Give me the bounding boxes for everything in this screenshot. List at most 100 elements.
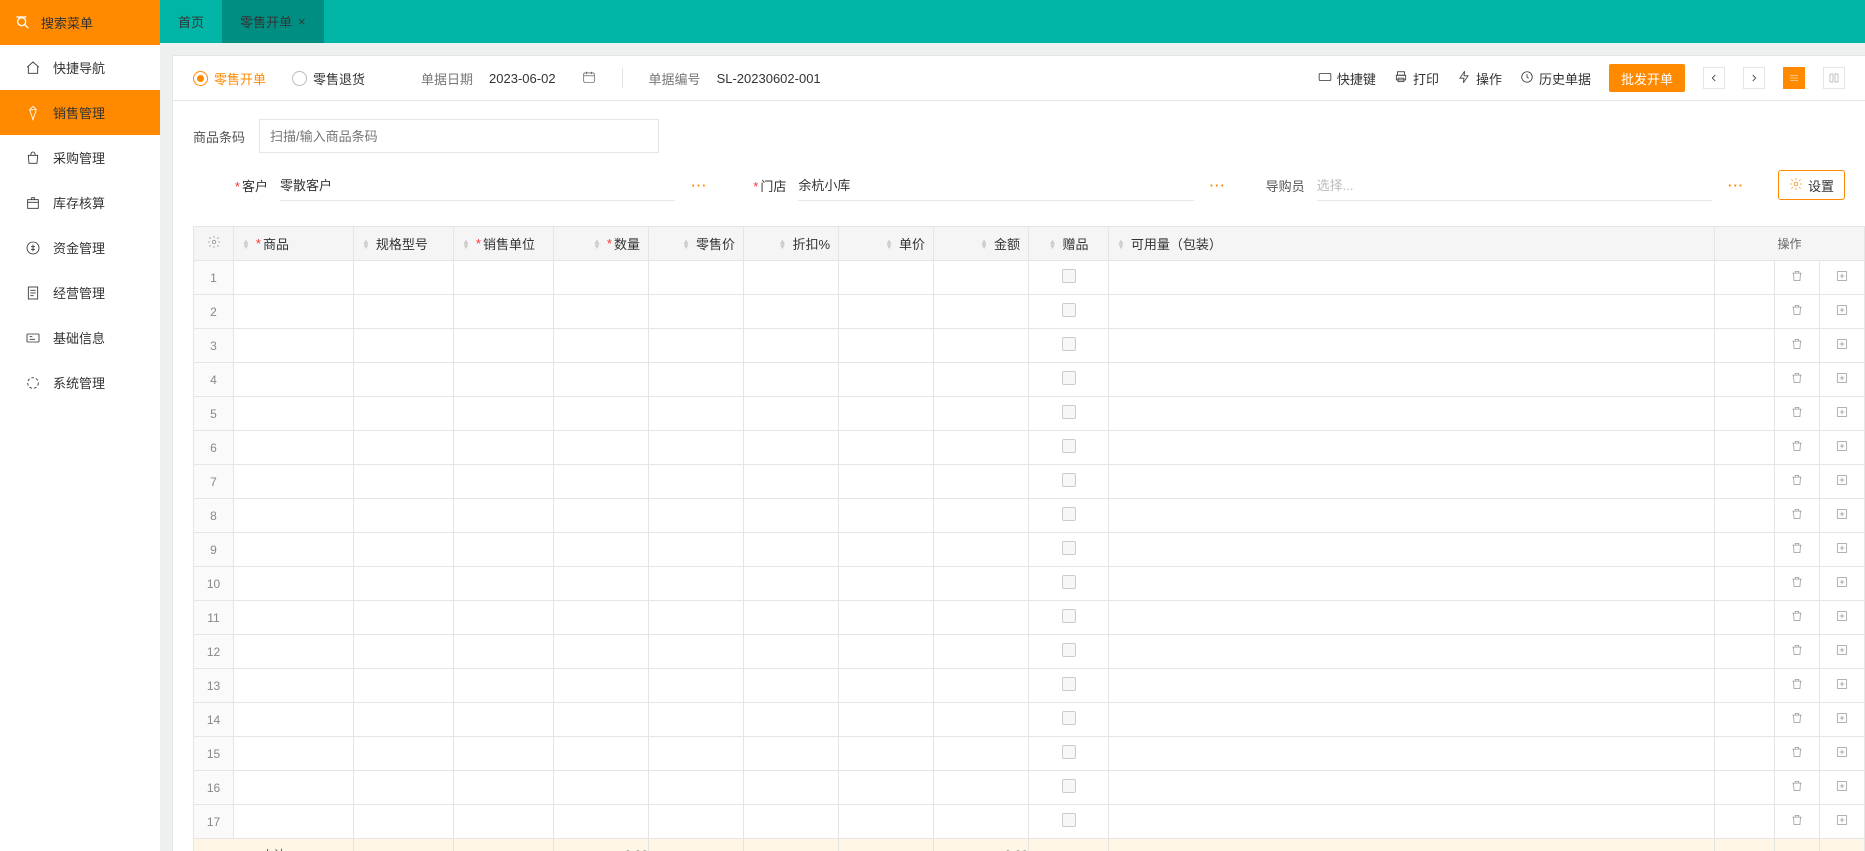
cell-product[interactable] (234, 499, 354, 533)
cell-spec[interactable] (354, 771, 454, 805)
cell-retail[interactable] (649, 329, 744, 363)
cell-unit[interactable] (454, 499, 554, 533)
cell-qty[interactable] (554, 329, 649, 363)
table-row[interactable]: 10 (194, 567, 1865, 601)
cell-amount[interactable] (934, 261, 1029, 295)
table-row[interactable]: 15 (194, 737, 1865, 771)
cell-avail[interactable] (1109, 465, 1715, 499)
checkbox-icon[interactable] (1062, 371, 1076, 385)
checkbox-icon[interactable] (1062, 677, 1076, 691)
cell-price[interactable] (839, 669, 934, 703)
cell-amount[interactable] (934, 397, 1029, 431)
cell-discount[interactable] (744, 533, 839, 567)
cell-retail[interactable] (649, 703, 744, 737)
col-discount[interactable]: ▲▼折扣% (744, 227, 839, 261)
cell-gift[interactable] (1029, 499, 1109, 533)
row-add-button[interactable] (1820, 499, 1865, 533)
cell-unit[interactable] (454, 601, 554, 635)
cell-spec[interactable] (354, 431, 454, 465)
cell-retail[interactable] (649, 771, 744, 805)
cell-unit[interactable] (454, 669, 554, 703)
cell-product[interactable] (234, 431, 354, 465)
cell-product[interactable] (234, 669, 354, 703)
cell-discount[interactable] (744, 295, 839, 329)
cell-amount[interactable] (934, 533, 1029, 567)
table-row[interactable]: 13 (194, 669, 1865, 703)
cell-amount[interactable] (934, 363, 1029, 397)
col-price[interactable]: ▲▼单价 (839, 227, 934, 261)
table-row[interactable]: 7 (194, 465, 1865, 499)
checkbox-icon[interactable] (1062, 643, 1076, 657)
checkbox-icon[interactable] (1062, 269, 1076, 283)
row-delete-button[interactable] (1775, 669, 1820, 703)
cell-gift[interactable] (1029, 465, 1109, 499)
table-row[interactable]: 6 (194, 431, 1865, 465)
table-row[interactable]: 9 (194, 533, 1865, 567)
print-button[interactable]: 打印 (1394, 69, 1439, 88)
cell-discount[interactable] (744, 499, 839, 533)
cell-discount[interactable] (744, 601, 839, 635)
cell-discount[interactable] (744, 771, 839, 805)
sidebar-item-nav-purchase[interactable]: 采购管理 (0, 135, 160, 180)
shortcut-button[interactable]: 快捷键 (1318, 69, 1376, 88)
cell-unit[interactable] (454, 805, 554, 839)
tab-tab-home[interactable]: 首页 (160, 0, 222, 43)
table-row[interactable]: 14 (194, 703, 1865, 737)
cell-amount[interactable] (934, 635, 1029, 669)
cell-retail[interactable] (649, 635, 744, 669)
row-add-button[interactable] (1820, 635, 1865, 669)
cell-unit[interactable] (454, 635, 554, 669)
row-add-button[interactable] (1820, 329, 1865, 363)
col-spec[interactable]: ▲▼规格型号 (354, 227, 454, 261)
cell-unit[interactable] (454, 329, 554, 363)
cell-qty[interactable] (554, 363, 649, 397)
cell-product[interactable] (234, 703, 354, 737)
cell-discount[interactable] (744, 635, 839, 669)
cell-gift[interactable] (1029, 533, 1109, 567)
cell-avail[interactable] (1109, 533, 1715, 567)
doc-date-value[interactable]: 2023-06-02 (489, 71, 556, 86)
customer-more-icon[interactable]: ··· (687, 178, 711, 193)
table-row[interactable]: 11 (194, 601, 1865, 635)
table-row[interactable]: 8 (194, 499, 1865, 533)
row-delete-button[interactable] (1775, 329, 1820, 363)
cell-spec[interactable] (354, 465, 454, 499)
cell-qty[interactable] (554, 635, 649, 669)
cell-discount[interactable] (744, 805, 839, 839)
cell-spec[interactable] (354, 329, 454, 363)
checkbox-icon[interactable] (1062, 541, 1076, 555)
cell-retail[interactable] (649, 601, 744, 635)
row-add-button[interactable] (1820, 771, 1865, 805)
sidebar-item-nav-op[interactable]: 经营管理 (0, 270, 160, 315)
cell-retail[interactable] (649, 805, 744, 839)
cell-spec[interactable] (354, 703, 454, 737)
col-unit[interactable]: ▲▼*销售单位 (454, 227, 554, 261)
table-row[interactable]: 2 (194, 295, 1865, 329)
cell-gift[interactable] (1029, 295, 1109, 329)
cell-spec[interactable] (354, 363, 454, 397)
cell-discount[interactable] (744, 329, 839, 363)
cell-gift[interactable] (1029, 669, 1109, 703)
row-delete-button[interactable] (1775, 363, 1820, 397)
cell-retail[interactable] (649, 363, 744, 397)
cell-avail[interactable] (1109, 363, 1715, 397)
row-delete-button[interactable] (1775, 635, 1820, 669)
cell-gift[interactable] (1029, 635, 1109, 669)
cell-unit[interactable] (454, 737, 554, 771)
batch-order-button[interactable]: 批发开单 (1609, 64, 1685, 92)
cell-avail[interactable] (1109, 499, 1715, 533)
row-delete-button[interactable] (1775, 737, 1820, 771)
cell-amount[interactable] (934, 771, 1029, 805)
cell-retail[interactable] (649, 397, 744, 431)
cell-price[interactable] (839, 499, 934, 533)
cell-discount[interactable] (744, 737, 839, 771)
col-gift[interactable]: ▲▼赠品 (1029, 227, 1109, 261)
cell-price[interactable] (839, 465, 934, 499)
cell-product[interactable] (234, 533, 354, 567)
cell-price[interactable] (839, 261, 934, 295)
cell-spec[interactable] (354, 601, 454, 635)
cell-product[interactable] (234, 567, 354, 601)
cell-price[interactable] (839, 295, 934, 329)
cell-unit[interactable] (454, 295, 554, 329)
row-add-button[interactable] (1820, 669, 1865, 703)
